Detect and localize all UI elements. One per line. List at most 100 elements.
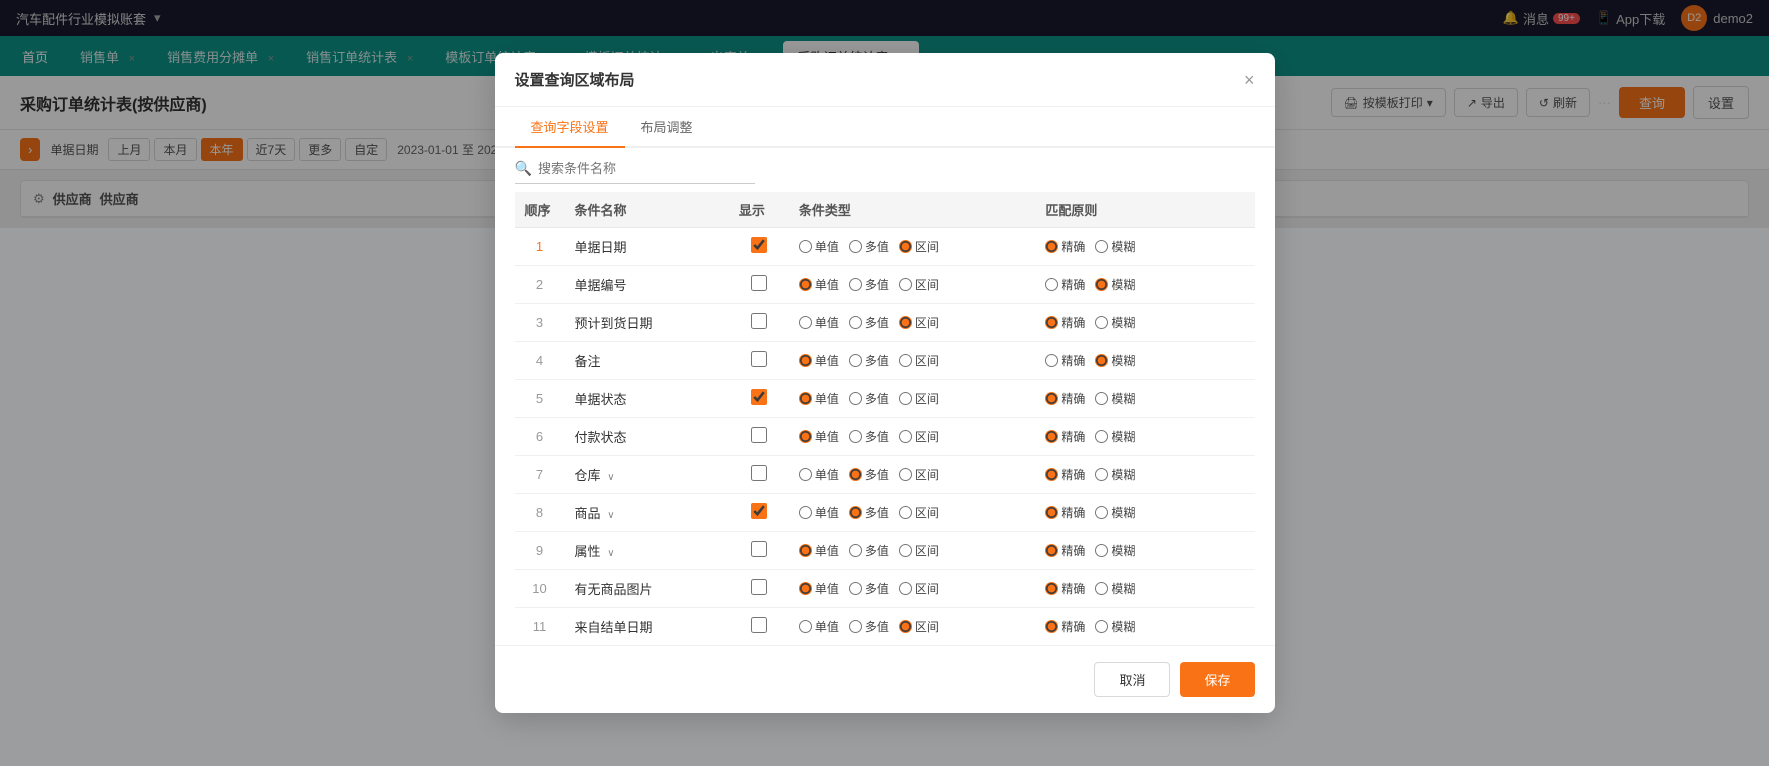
type-radio-group-7: 单值多值区间	[799, 466, 1026, 483]
type-option-多值[interactable]: 多值	[849, 276, 889, 293]
type-option-多值[interactable]: 多值	[849, 466, 889, 483]
row-show-9[interactable]	[729, 532, 789, 570]
rule-option-精确[interactable]: 精确	[1045, 314, 1085, 331]
rule-option-模糊[interactable]: 模糊	[1095, 428, 1135, 445]
rule-option-精确[interactable]: 精确	[1045, 238, 1085, 255]
rule-radio-group-9: 精确模糊	[1045, 542, 1244, 559]
rule-radio-group-8: 精确模糊	[1045, 504, 1244, 521]
dialog-tab-query-fields[interactable]: 查询字段设置	[515, 107, 625, 148]
show-checkbox-1[interactable]	[751, 237, 767, 253]
row-show-7[interactable]	[729, 456, 789, 494]
type-option-多值[interactable]: 多值	[849, 314, 889, 331]
type-radio-group-2: 单值多值区间	[799, 276, 1026, 293]
type-option-区间[interactable]: 区间	[899, 314, 939, 331]
type-option-区间[interactable]: 区间	[899, 238, 939, 255]
rule-option-精确[interactable]: 精确	[1045, 276, 1085, 293]
show-checkbox-11[interactable]	[751, 617, 767, 633]
row-show-1[interactable]	[729, 228, 789, 266]
row-show-8[interactable]	[729, 494, 789, 532]
show-checkbox-9[interactable]	[751, 541, 767, 557]
show-checkbox-10[interactable]	[751, 579, 767, 595]
rule-option-模糊[interactable]: 模糊	[1095, 238, 1135, 255]
show-checkbox-5[interactable]	[751, 389, 767, 405]
type-radio-group-5: 单值多值区间	[799, 390, 1026, 407]
search-input[interactable]	[538, 161, 755, 176]
rule-radio-group-4: 精确模糊	[1045, 352, 1244, 369]
table-row: 7仓库 ∨单值多值区间精确模糊	[515, 456, 1255, 494]
rule-option-模糊[interactable]: 模糊	[1095, 466, 1135, 483]
rule-option-模糊[interactable]: 模糊	[1095, 580, 1135, 597]
type-option-多值[interactable]: 多值	[849, 542, 889, 559]
row-show-4[interactable]	[729, 342, 789, 380]
type-option-区间[interactable]: 区间	[899, 618, 939, 635]
rule-option-精确[interactable]: 精确	[1045, 352, 1085, 369]
rule-option-精确[interactable]: 精确	[1045, 428, 1085, 445]
type-option-区间[interactable]: 区间	[899, 390, 939, 407]
rule-option-模糊[interactable]: 模糊	[1095, 504, 1135, 521]
rule-option-精确[interactable]: 精确	[1045, 390, 1085, 407]
type-option-单值[interactable]: 单值	[799, 352, 839, 369]
type-option-区间[interactable]: 区间	[899, 580, 939, 597]
type-option-单值[interactable]: 单值	[799, 390, 839, 407]
type-radio-group-1: 单值多值区间	[799, 238, 1026, 255]
type-option-单值[interactable]: 单值	[799, 542, 839, 559]
show-checkbox-3[interactable]	[751, 313, 767, 329]
type-option-区间[interactable]: 区间	[899, 466, 939, 483]
chevron-down-icon: ∨	[605, 510, 615, 521]
type-option-多值[interactable]: 多值	[849, 428, 889, 445]
type-option-区间[interactable]: 区间	[899, 276, 939, 293]
type-option-多值[interactable]: 多值	[849, 580, 889, 597]
rule-option-精确[interactable]: 精确	[1045, 580, 1085, 597]
row-show-2[interactable]	[729, 266, 789, 304]
dialog-close-button[interactable]: ×	[1244, 71, 1255, 89]
rule-option-精确[interactable]: 精确	[1045, 542, 1085, 559]
type-option-多值[interactable]: 多值	[849, 504, 889, 521]
rule-option-精确[interactable]: 精确	[1045, 504, 1085, 521]
type-option-区间[interactable]: 区间	[899, 542, 939, 559]
type-option-多值[interactable]: 多值	[849, 352, 889, 369]
row-show-6[interactable]	[729, 418, 789, 456]
type-option-区间[interactable]: 区间	[899, 504, 939, 521]
row-rule-2: 精确模糊	[1035, 266, 1254, 304]
type-option-单值[interactable]: 单值	[799, 580, 839, 597]
type-radio-group-11: 单值多值区间	[799, 618, 1026, 635]
rule-option-精确[interactable]: 精确	[1045, 618, 1085, 635]
rule-option-模糊[interactable]: 模糊	[1095, 276, 1135, 293]
type-option-单值[interactable]: 单值	[799, 466, 839, 483]
dialog-tab-layout[interactable]: 布局调整	[625, 107, 709, 148]
save-button[interactable]: 保存	[1180, 662, 1254, 697]
show-checkbox-6[interactable]	[751, 427, 767, 443]
type-radio-group-4: 单值多值区间	[799, 352, 1026, 369]
type-option-单值[interactable]: 单值	[799, 504, 839, 521]
type-option-区间[interactable]: 区间	[899, 352, 939, 369]
rule-option-模糊[interactable]: 模糊	[1095, 352, 1135, 369]
type-option-单值[interactable]: 单值	[799, 276, 839, 293]
show-checkbox-4[interactable]	[751, 351, 767, 367]
rule-option-精确[interactable]: 精确	[1045, 466, 1085, 483]
cancel-button[interactable]: 取消	[1094, 662, 1170, 697]
show-checkbox-8[interactable]	[751, 503, 767, 519]
type-option-多值[interactable]: 多值	[849, 238, 889, 255]
row-show-5[interactable]	[729, 380, 789, 418]
rule-option-模糊[interactable]: 模糊	[1095, 542, 1135, 559]
row-show-10[interactable]	[729, 570, 789, 608]
type-option-单值[interactable]: 单值	[799, 618, 839, 635]
rule-option-模糊[interactable]: 模糊	[1095, 618, 1135, 635]
table-row: 4备注单值多值区间精确模糊	[515, 342, 1255, 380]
show-checkbox-7[interactable]	[751, 465, 767, 481]
type-option-单值[interactable]: 单值	[799, 314, 839, 331]
row-rule-6: 精确模糊	[1035, 418, 1254, 456]
dialog: 设置查询区域布局 × 查询字段设置 布局调整 🔍 顺序	[495, 53, 1275, 713]
type-option-单值[interactable]: 单值	[799, 428, 839, 445]
type-option-单值[interactable]: 单值	[799, 238, 839, 255]
table-row: 11来自结单日期单值多值区间精确模糊	[515, 608, 1255, 646]
rule-option-模糊[interactable]: 模糊	[1095, 314, 1135, 331]
type-option-区间[interactable]: 区间	[899, 428, 939, 445]
row-show-11[interactable]	[729, 608, 789, 646]
type-option-多值[interactable]: 多值	[849, 390, 889, 407]
type-option-多值[interactable]: 多值	[849, 618, 889, 635]
row-show-3[interactable]	[729, 304, 789, 342]
row-rule-3: 精确模糊	[1035, 304, 1254, 342]
rule-option-模糊[interactable]: 模糊	[1095, 390, 1135, 407]
show-checkbox-2[interactable]	[751, 275, 767, 291]
